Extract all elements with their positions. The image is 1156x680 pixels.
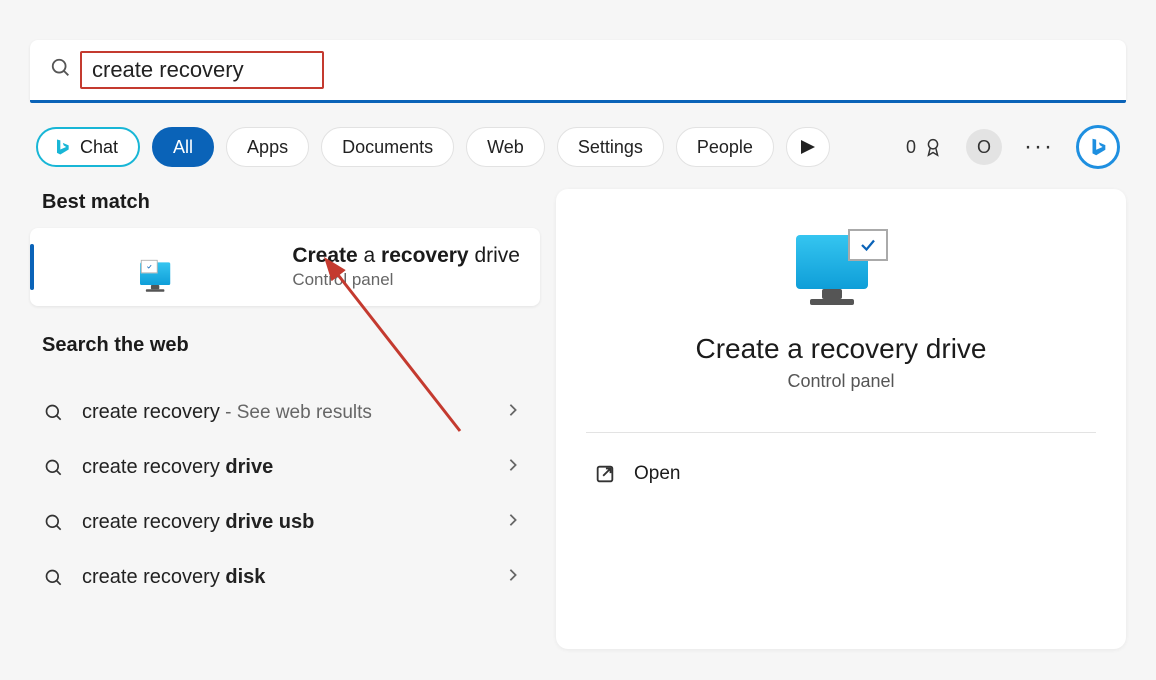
rewards-count: 0: [906, 137, 916, 158]
filter-people[interactable]: People: [676, 127, 774, 167]
preview-pane: Create a recovery drive Control panel Op…: [556, 189, 1126, 649]
filter-all[interactable]: All: [152, 127, 214, 167]
filter-overflow-next[interactable]: [786, 127, 830, 167]
chevron-right-icon: [506, 513, 520, 532]
search-web-heading: Search the web: [42, 334, 540, 357]
filter-apps[interactable]: Apps: [226, 127, 309, 167]
search-icon: [44, 403, 64, 423]
recovery-drive-icon: [140, 260, 157, 274]
search-icon: [44, 458, 64, 478]
web-result-item[interactable]: create recovery - See web results: [30, 385, 540, 440]
bing-icon: [52, 137, 72, 157]
filter-settings[interactable]: Settings: [557, 127, 664, 167]
web-result-item[interactable]: create recovery drive: [30, 440, 540, 495]
play-icon: [801, 140, 815, 154]
divider: [586, 432, 1096, 433]
results-column: Best match Create a recovery drive Contr…: [30, 189, 540, 649]
open-action[interactable]: Open: [586, 453, 1096, 495]
search-icon: [50, 57, 72, 84]
web-result-item[interactable]: create recovery disk: [30, 550, 540, 605]
chat-pill[interactable]: Chat: [36, 127, 140, 167]
search-input[interactable]: [92, 57, 312, 83]
best-match-heading: Best match: [42, 191, 540, 214]
search-bar[interactable]: [30, 40, 1126, 100]
search-icon: [44, 513, 64, 533]
search-bar-focus-underline: [30, 100, 1126, 103]
account-initial: O: [977, 137, 991, 158]
bing-icon: [1087, 136, 1109, 158]
best-match-title: Create a recovery drive: [292, 244, 520, 268]
web-result-item[interactable]: create recovery drive usb: [30, 495, 540, 550]
search-input-highlight: [80, 51, 324, 89]
open-label: Open: [634, 463, 680, 485]
chevron-right-icon: [506, 458, 520, 477]
web-result-text: create recovery drive usb: [82, 511, 488, 534]
rewards-icon: [922, 136, 944, 158]
web-result-text: create recovery drive: [82, 456, 488, 479]
recovery-drive-icon: [796, 229, 886, 307]
account-avatar[interactable]: O: [966, 129, 1002, 165]
search-icon: [44, 568, 64, 588]
preview-title: Create a recovery drive: [586, 333, 1096, 365]
best-match-result[interactable]: Create a recovery drive Control panel: [30, 228, 540, 306]
bing-chat-button[interactable]: [1076, 125, 1120, 169]
chevron-right-icon: [506, 568, 520, 587]
open-external-icon: [594, 463, 616, 485]
more-options[interactable]: ···: [1024, 133, 1054, 161]
filter-row: Chat All Apps Documents Web Settings Peo…: [30, 125, 1126, 169]
web-results-list: create recovery - See web results create …: [30, 385, 540, 605]
preview-subtitle: Control panel: [586, 371, 1096, 392]
filter-documents[interactable]: Documents: [321, 127, 454, 167]
web-result-text: create recovery - See web results: [82, 401, 488, 424]
chevron-right-icon: [506, 403, 520, 422]
filter-web[interactable]: Web: [466, 127, 545, 167]
ellipsis-icon: ···: [1024, 133, 1054, 160]
chat-pill-label: Chat: [80, 137, 118, 158]
rewards-counter[interactable]: 0: [906, 136, 944, 158]
best-match-subtitle: Control panel: [292, 270, 520, 290]
web-result-text: create recovery disk: [82, 566, 488, 589]
